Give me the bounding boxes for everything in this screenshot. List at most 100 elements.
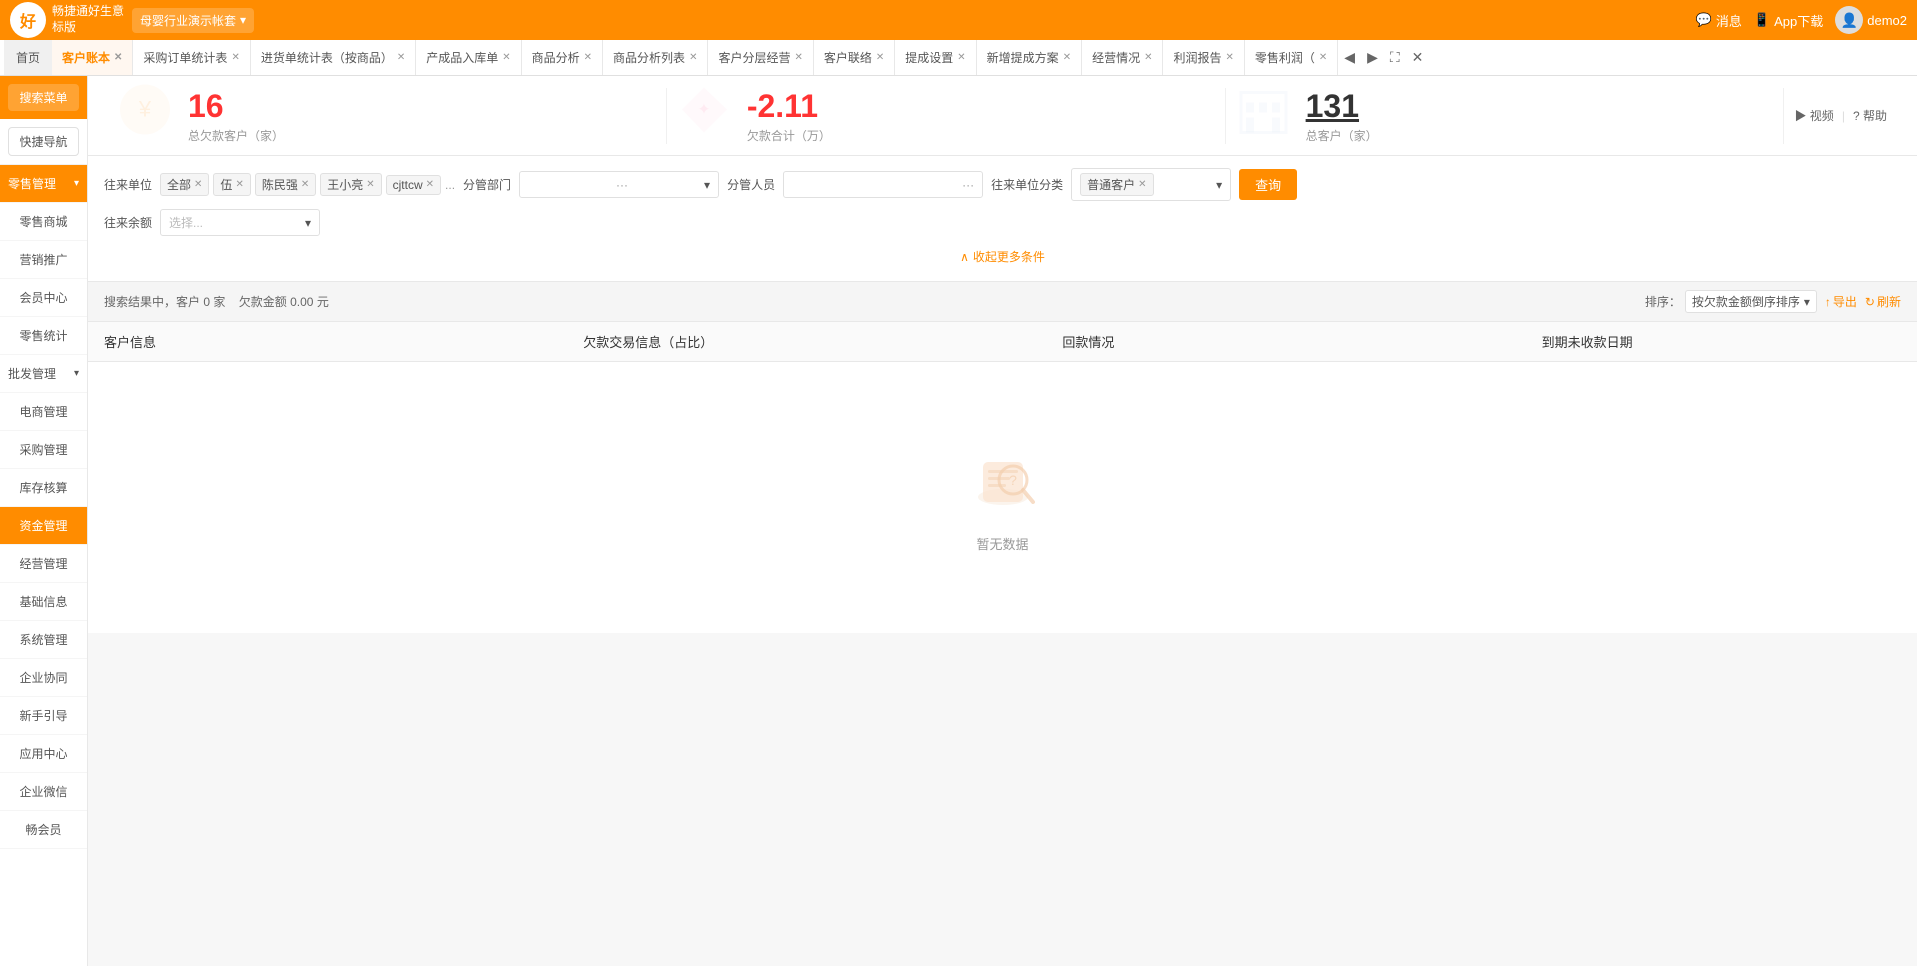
empty-label: 暂无数据 xyxy=(976,534,1028,553)
person-label: 分管人员 xyxy=(727,176,775,193)
sidebar-search-section: 搜索菜单 xyxy=(0,76,87,119)
sidebar-item-retail-stats[interactable]: 零售统计 xyxy=(0,317,87,355)
sidebar: 搜索菜单 快捷导航 零售管理 ▾ 零售商城 营销推广 会员中心 零售统计 批发管… xyxy=(0,76,88,966)
tag-close-chen[interactable]: ✕ xyxy=(301,179,309,190)
coin-icon: ¥ xyxy=(118,82,173,137)
video-btn[interactable]: ▶ 视频 xyxy=(1794,107,1833,124)
partner-unit-label: 往来单位 xyxy=(104,176,152,193)
top-bar-left: 好 畅捷通好生意 标版 母婴行业演示帐套 ▾ xyxy=(10,2,254,38)
tab-customer-tier[interactable]: 客户分层经营 ✕ xyxy=(708,40,813,76)
sidebar-item-wholesale-mgmt[interactable]: 批发管理 ▾ xyxy=(0,355,87,393)
tab-product-analysis[interactable]: 商品分析 ✕ xyxy=(522,40,603,76)
person-select[interactable]: ··· xyxy=(783,171,983,198)
collapse-btn[interactable]: ∧ 收起更多条件 xyxy=(104,244,1901,269)
logo-text: 畅捷通好生意 标版 xyxy=(52,4,124,35)
unit-type-select[interactable]: 普通客户 ✕ ▾ xyxy=(1071,168,1231,201)
tag-close-wang[interactable]: ✕ xyxy=(366,179,374,190)
tab-close-reminder[interactable]: ✕ xyxy=(957,52,965,63)
tab-retail-profit[interactable]: 零售利润（ ✕ xyxy=(1245,40,1338,76)
store-selector[interactable]: 母婴行业演示帐套 ▾ xyxy=(132,8,254,33)
tab-close-inbound[interactable]: ✕ xyxy=(397,52,405,63)
sidebar-item-inventory[interactable]: 库存核算 xyxy=(0,469,87,507)
sidebar-item-system-mgmt[interactable]: 系统管理 xyxy=(0,621,87,659)
tab-inbound-stats[interactable]: 进货单统计表（按商品） ✕ xyxy=(251,40,416,76)
sidebar-item-purchase-mgmt[interactable]: 采购管理 xyxy=(0,431,87,469)
sidebar-item-retail-mgmt[interactable]: 零售管理 ▾ xyxy=(0,165,87,203)
app-download-btn[interactable]: 📱 App下载 xyxy=(1754,11,1823,30)
sidebar-item-enterprise-wechat[interactable]: 企业微信 xyxy=(0,773,87,811)
tab-close-product-analysis-list[interactable]: ✕ xyxy=(689,52,697,63)
sidebar-item-member-center[interactable]: 会员中心 xyxy=(0,279,87,317)
tab-profit-report[interactable]: 利润报告 ✕ xyxy=(1163,40,1244,76)
tag-close-cjttcw[interactable]: ✕ xyxy=(426,179,434,190)
filter-tag-normal-customer: 普通客户 ✕ xyxy=(1080,173,1153,196)
tab-close-incentive[interactable]: ✕ xyxy=(1063,52,1071,63)
tab-nav-prev[interactable]: ◀ xyxy=(1338,49,1361,66)
sidebar-item-operations-mgmt[interactable]: 经营管理 xyxy=(0,545,87,583)
sidebar-item-basic-info[interactable]: 基础信息 xyxy=(0,583,87,621)
tab-product-analysis-list[interactable]: 商品分析列表 ✕ xyxy=(603,40,708,76)
sidebar-item-app-center[interactable]: 应用中心 xyxy=(0,735,87,773)
messages-btn[interactable]: 💬 消息 xyxy=(1696,11,1742,30)
stat-label-debt-customers: 总欠款客户（家） xyxy=(188,127,284,144)
tab-operations[interactable]: 经营情况 ✕ xyxy=(1082,40,1163,76)
sort-select[interactable]: 按欠款金额倒序排序 ▾ xyxy=(1685,290,1817,313)
sidebar-item-ecommerce[interactable]: 电商管理 xyxy=(0,393,87,431)
tab-close-customer-tier[interactable]: ✕ xyxy=(794,52,802,63)
stat-total-debt: ✦ -2.11 欠款合计（万） xyxy=(667,88,1226,144)
chevron-down-balance: ▾ xyxy=(305,216,311,230)
tab-home[interactable]: 首页 xyxy=(4,40,52,76)
person-select-more: ··· xyxy=(962,178,974,192)
col-repayment: 回款情况 xyxy=(1062,332,1541,351)
result-sort: 排序： 按欠款金额倒序排序 ▾ xyxy=(1645,290,1817,313)
sidebar-item-finance[interactable]: 资金管理 xyxy=(0,507,87,545)
filter-tag-wang: 王小亮 ✕ xyxy=(320,173,381,196)
sidebar-search-btn[interactable]: 搜索菜单 xyxy=(8,84,79,111)
sidebar-item-enterprise-coop[interactable]: 企业协同 xyxy=(0,659,87,697)
tag-close-all[interactable]: ✕ xyxy=(194,179,202,190)
tab-product-inbound[interactable]: 产成品入库单 ✕ xyxy=(416,40,521,76)
svg-text:✦: ✦ xyxy=(697,101,710,118)
result-bar: 搜索结果中，客户 0 家 欠款金额 0.00 元 排序： 按欠款金额倒序排序 ▾… xyxy=(88,282,1917,322)
tab-close-product-analysis[interactable]: ✕ xyxy=(584,52,592,63)
arrow-icon: ▾ xyxy=(74,368,79,379)
building-icon xyxy=(1236,82,1291,137)
help-btn[interactable]: ? 帮助 xyxy=(1853,107,1887,124)
sidebar-item-new-guide[interactable]: 新手引导 xyxy=(0,697,87,735)
stats-actions: ▶ 视频 | ? 帮助 xyxy=(1784,107,1897,124)
tag-close-normal-customer[interactable]: ✕ xyxy=(1138,179,1146,190)
sidebar-item-retail-store[interactable]: 零售商城 xyxy=(0,203,87,241)
tab-new-incentive[interactable]: 新增提成方案 ✕ xyxy=(977,40,1082,76)
balance-select[interactable]: 选择... ▾ xyxy=(160,209,320,236)
tab-close-profit-report[interactable]: ✕ xyxy=(1226,52,1234,63)
tab-maximize[interactable]: ⛶ xyxy=(1384,49,1406,66)
tab-customer-contact[interactable]: 客户联络 ✕ xyxy=(814,40,895,76)
tab-close-accounts[interactable]: ✕ xyxy=(114,52,122,63)
filter-more-btn[interactable]: ... xyxy=(445,178,455,192)
col-due-date: 到期未收款日期 xyxy=(1542,332,1901,351)
chevron-down-sort: ▾ xyxy=(1804,295,1810,309)
export-btn[interactable]: ↑ 导出 xyxy=(1825,293,1857,310)
filter-tag-chen: 陈民强 ✕ xyxy=(255,173,316,196)
tab-nav-next[interactable]: ▶ xyxy=(1361,49,1384,66)
query-btn[interactable]: 查询 xyxy=(1239,169,1297,200)
tag-close-wu[interactable]: ✕ xyxy=(235,179,243,190)
tab-close-product-inbound[interactable]: ✕ xyxy=(502,52,510,63)
sidebar-item-premium-member[interactable]: 畅会员 xyxy=(0,811,87,849)
tab-restore[interactable]: ✕ xyxy=(1406,49,1430,66)
sidebar-quick-section: 快捷导航 xyxy=(0,119,87,165)
tab-close-retail-profit[interactable]: ✕ xyxy=(1319,52,1327,63)
tab-reminder-settings[interactable]: 提成设置 ✕ xyxy=(895,40,976,76)
export-icon: ↑ xyxy=(1825,295,1831,309)
sidebar-quick-nav-btn[interactable]: 快捷导航 xyxy=(8,127,79,156)
tab-accounts[interactable]: 客户账本 ✕ xyxy=(52,40,133,76)
tab-close-operations[interactable]: ✕ xyxy=(1144,52,1152,63)
stat-total-customers: 131 总客户（家） xyxy=(1226,88,1785,144)
tab-close-customer-contact[interactable]: ✕ xyxy=(876,52,884,63)
tab-close-purchase[interactable]: ✕ xyxy=(231,52,239,63)
refresh-btn[interactable]: ↻ 刷新 xyxy=(1865,293,1901,310)
user-menu[interactable]: 👤 demo2 xyxy=(1835,6,1907,34)
tab-purchase-orders[interactable]: 采购订单统计表 ✕ xyxy=(133,40,250,76)
dept-select[interactable]: ··· ▾ xyxy=(519,171,719,198)
sidebar-item-marketing[interactable]: 营销推广 xyxy=(0,241,87,279)
